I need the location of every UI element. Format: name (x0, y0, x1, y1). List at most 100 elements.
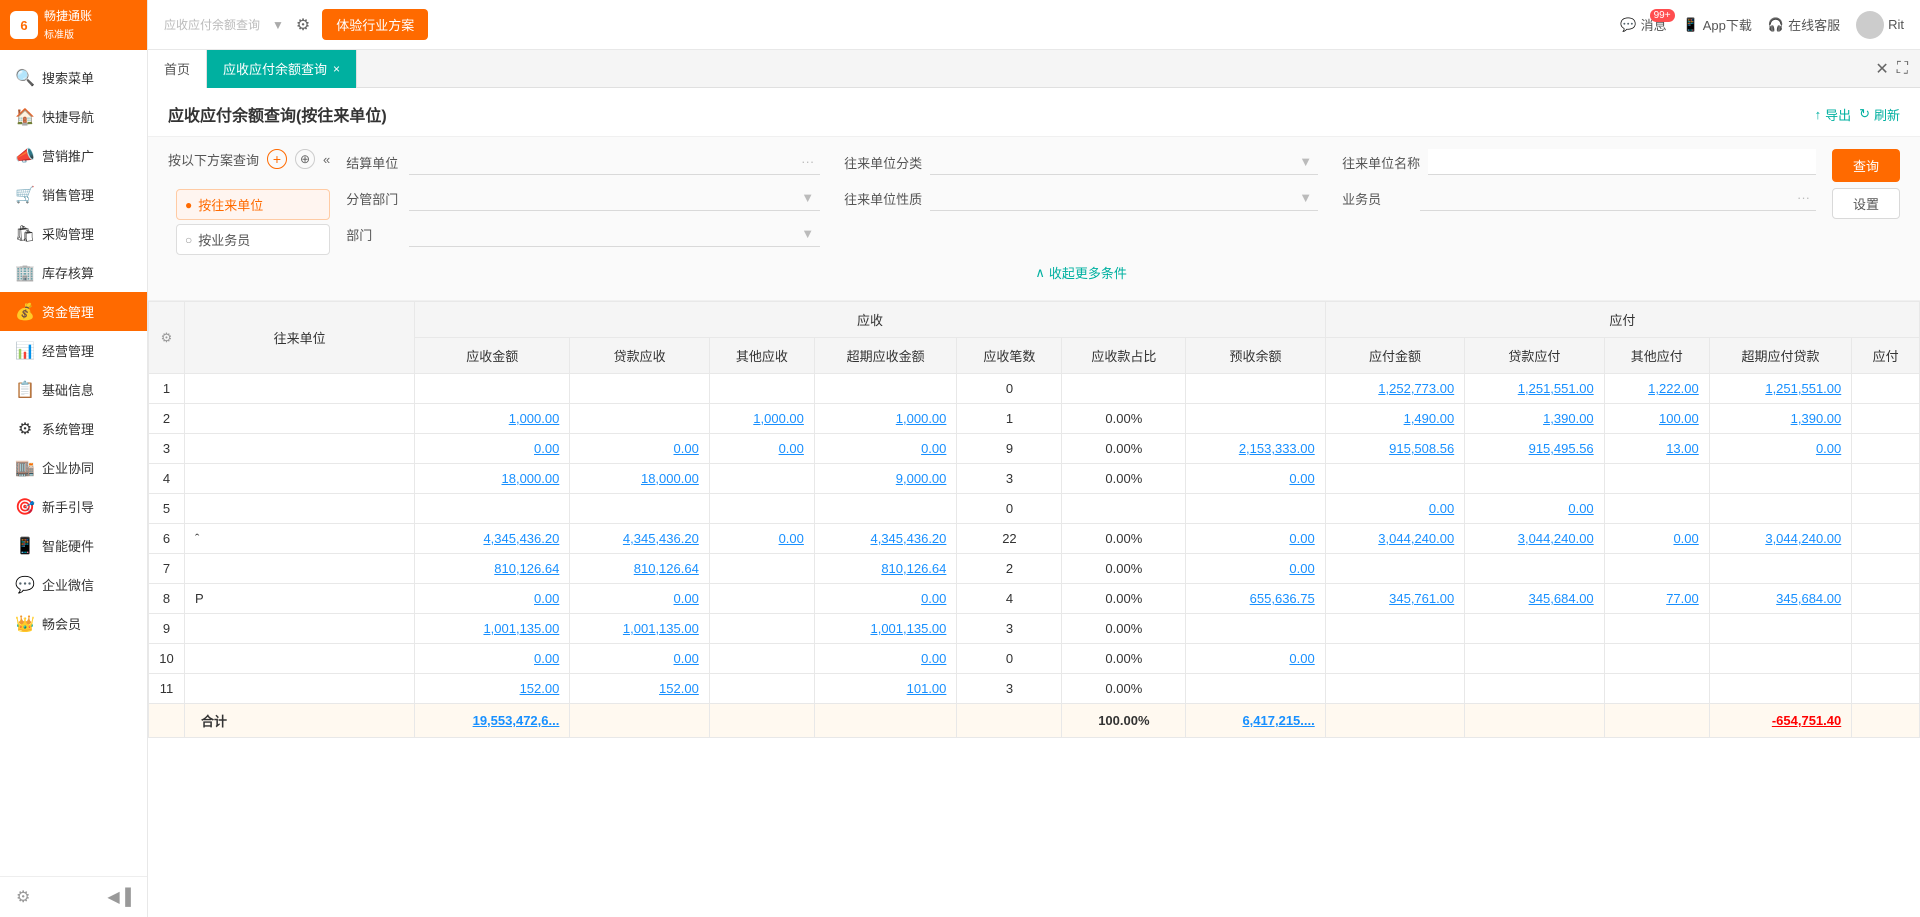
sidebar-item-enterprise[interactable]: 🏬 企业协同 (0, 448, 147, 487)
sidebar-item-hardware[interactable]: 📱 智能硬件 (0, 526, 147, 565)
table-cell[interactable]: 915,495.56 (1465, 434, 1604, 464)
table-cell[interactable]: 1,251,551.00 (1465, 374, 1604, 404)
table-cell[interactable]: 1,000.00 (415, 404, 570, 434)
table-cell[interactable]: 0.00 (415, 584, 570, 614)
table-cell[interactable]: 0.00 (1186, 554, 1325, 584)
counterpart-nature-select[interactable]: ▼ (930, 185, 1318, 211)
refresh-button[interactable]: ↻ 刷新 (1859, 105, 1900, 124)
sidebar-settings-icon[interactable]: ⚙ (16, 887, 30, 907)
table-cell[interactable]: 101.00 (814, 674, 957, 704)
table-cell[interactable]: 4,345,436.20 (814, 524, 957, 554)
table-cell[interactable]: 3,044,240.00 (1709, 524, 1852, 554)
table-cell[interactable]: 810,126.64 (814, 554, 957, 584)
table-cell[interactable]: 1,001,135.00 (415, 614, 570, 644)
dept-select[interactable]: ▼ (409, 185, 820, 211)
table-cell[interactable]: 0.00 (1186, 524, 1325, 554)
table-cell[interactable]: 0.00 (1709, 434, 1852, 464)
table-cell[interactable]: 18,000.00 (415, 464, 570, 494)
table-cell[interactable]: 9,000.00 (814, 464, 957, 494)
table-cell[interactable]: 0.00 (814, 584, 957, 614)
table-cell[interactable]: 0.00 (814, 644, 957, 674)
online-service-button[interactable]: 🎧 在线客服 (1768, 15, 1840, 34)
table-cell[interactable]: 1,390.00 (1465, 404, 1604, 434)
table-cell[interactable]: 13.00 (1604, 434, 1709, 464)
table-cell[interactable]: 1,000.00 (814, 404, 957, 434)
table-cell[interactable]: 0.00 (1186, 464, 1325, 494)
export-button[interactable]: ↑ 导出 (1815, 105, 1852, 124)
user-avatar-button[interactable]: Rit (1856, 11, 1904, 39)
footer-prepaid-total[interactable]: 6,417,215.... (1186, 704, 1325, 738)
expand-window-icon[interactable]: ⛶ (1897, 60, 1908, 78)
industry-solution-button[interactable]: 体验行业方案 (322, 9, 428, 40)
table-cell[interactable]: 0.00 (1465, 494, 1604, 524)
table-cell[interactable]: 1,001,135.00 (570, 614, 709, 644)
table-cell[interactable]: 152.00 (415, 674, 570, 704)
query-button[interactable]: 查询 (1832, 149, 1900, 182)
table-cell[interactable]: 810,126.64 (415, 554, 570, 584)
table-cell[interactable]: 4,345,436.20 (415, 524, 570, 554)
table-cell[interactable]: 345,684.00 (1465, 584, 1604, 614)
sidebar-item-quick-nav[interactable]: 🏠 快捷导航 (0, 97, 147, 136)
table-cell[interactable]: 0.00 (570, 644, 709, 674)
table-cell[interactable]: 152.00 (570, 674, 709, 704)
sidebar-item-business[interactable]: 📊 经营管理 (0, 331, 147, 370)
table-cell[interactable]: 100.00 (1604, 404, 1709, 434)
table-cell[interactable]: 1,222.00 (1604, 374, 1709, 404)
filter-scheme-settings-button[interactable]: ⊕ (295, 149, 315, 169)
counterpart-name-input[interactable] (1428, 149, 1816, 175)
sidebar-item-wechat[interactable]: 💬 企业微信 (0, 565, 147, 604)
table-cell[interactable]: 0.00 (570, 584, 709, 614)
table-cell[interactable]: 345,761.00 (1325, 584, 1464, 614)
tab-active[interactable]: 应收应付余额查询 × (207, 50, 357, 88)
sidebar-item-system[interactable]: ⚙ 系统管理 (0, 409, 147, 448)
breadcrumb-dropdown-icon[interactable]: ▼ (272, 18, 284, 32)
table-cell[interactable]: 0.00 (814, 434, 957, 464)
sidebar-item-purchase[interactable]: 🛍 采购管理 (0, 214, 147, 253)
filter-add-button[interactable]: + (267, 149, 287, 169)
table-cell[interactable]: 2,153,333.00 (1186, 434, 1325, 464)
table-cell[interactable]: 1,390.00 (1709, 404, 1852, 434)
table-cell[interactable]: 1,001,135.00 (814, 614, 957, 644)
table-cell[interactable]: 18,000.00 (570, 464, 709, 494)
th-settings[interactable]: ⚙ (149, 302, 185, 374)
sidebar-item-guide[interactable]: 🎯 新手引导 (0, 487, 147, 526)
table-cell[interactable]: 0.00 (1186, 644, 1325, 674)
table-settings-icon[interactable]: ⚙ (161, 330, 173, 345)
setting-button[interactable]: 设置 (1832, 188, 1900, 219)
counterpart-category-select[interactable]: ▼ (930, 149, 1318, 175)
sidebar-collapse-icon[interactable]: ◀▐ (107, 887, 131, 907)
table-cell[interactable]: 1,000.00 (709, 404, 814, 434)
app-download-button[interactable]: 📱 App下载 (1683, 15, 1752, 34)
table-cell[interactable]: 0.00 (570, 434, 709, 464)
filter-collapse-row[interactable]: ∧ 收起更多条件 (346, 257, 1816, 288)
table-cell[interactable]: 0.00 (415, 644, 570, 674)
sidebar-item-search-menu[interactable]: 🔍 搜索菜单 (0, 58, 147, 97)
table-cell[interactable]: 810,126.64 (570, 554, 709, 584)
footer-payable-total[interactable]: -654,751.40 (1709, 704, 1852, 738)
scheme-salesman-button[interactable]: ○ 按业务员 (176, 224, 330, 255)
sidebar-item-finance[interactable]: 💰 资金管理 (0, 292, 147, 331)
topbar-gear-icon[interactable]: ⚙ (296, 15, 310, 35)
table-cell[interactable]: 4,345,436.20 (570, 524, 709, 554)
table-cell[interactable]: 77.00 (1604, 584, 1709, 614)
table-cell[interactable]: 3,044,240.00 (1325, 524, 1464, 554)
table-cell[interactable]: 345,684.00 (1709, 584, 1852, 614)
salesman-input[interactable]: ··· (1420, 185, 1816, 211)
table-cell[interactable]: 0.00 (415, 434, 570, 464)
table-cell[interactable]: 0.00 (1604, 524, 1709, 554)
sidebar-item-inventory[interactable]: 🏢 库存核算 (0, 253, 147, 292)
table-cell[interactable]: 0.00 (709, 434, 814, 464)
table-cell[interactable]: 0.00 (709, 524, 814, 554)
scheme-counterpart-button[interactable]: ● 按往来单位 (176, 189, 330, 220)
table-cell[interactable]: 915,508.56 (1325, 434, 1464, 464)
sidebar-item-basic-info[interactable]: 📋 基础信息 (0, 370, 147, 409)
table-cell[interactable]: 0.00 (1325, 494, 1464, 524)
sidebar-item-marketing[interactable]: 📣 营销推广 (0, 136, 147, 175)
table-cell[interactable]: 1,490.00 (1325, 404, 1464, 434)
settlement-unit-input[interactable]: ··· (409, 149, 820, 175)
table-cell[interactable]: 3,044,240.00 (1465, 524, 1604, 554)
filter-collapse-button[interactable]: « (323, 152, 330, 167)
sidebar-item-member[interactable]: 👑 畅会员 (0, 604, 147, 643)
dept2-select[interactable]: ▼ (409, 221, 820, 247)
close-window-icon[interactable]: ✕ (1875, 59, 1888, 79)
